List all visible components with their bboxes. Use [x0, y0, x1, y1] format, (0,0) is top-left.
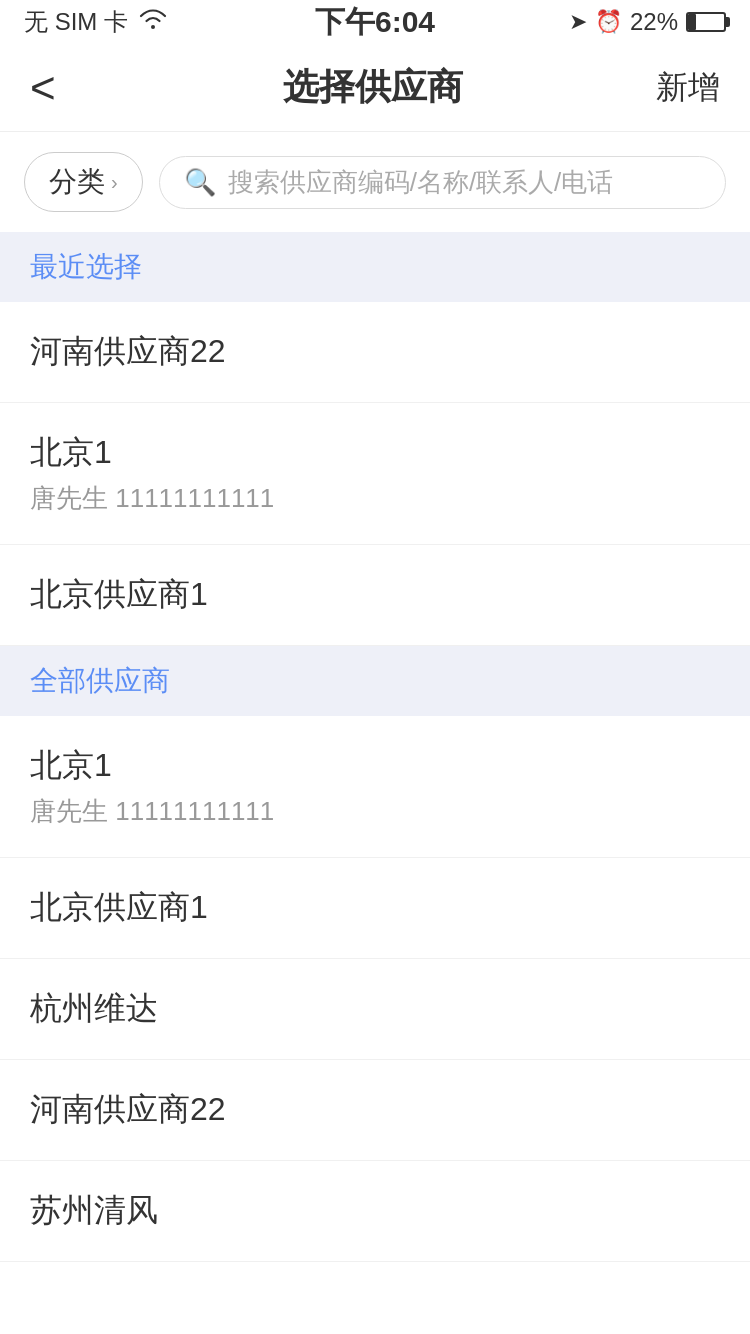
all-section-label: 全部供应商: [30, 665, 170, 696]
list-item[interactable]: 北京供应商1: [0, 545, 750, 646]
recent-section-label: 最近选择: [30, 251, 142, 282]
status-right: ➤ ⏰ 22%: [569, 8, 726, 36]
search-input[interactable]: [228, 167, 701, 198]
location-icon: ➤: [569, 9, 587, 35]
add-button[interactable]: 新增: [656, 66, 720, 110]
supplier-name: 河南供应商22: [30, 1088, 720, 1132]
no-sim-text: 无 SIM 卡: [24, 6, 128, 38]
supplier-sub: 唐先生 11111111111: [30, 481, 720, 516]
chevron-right-icon: ›: [111, 171, 118, 194]
supplier-name: 北京1: [30, 744, 720, 788]
nav-bar: < 选择供应商 新增: [0, 44, 750, 132]
recent-section-header: 最近选择: [0, 232, 750, 302]
wifi-icon: [138, 8, 168, 36]
all-section-header: 全部供应商: [0, 646, 750, 716]
supplier-name: 苏州清风: [30, 1189, 720, 1233]
list-item[interactable]: 苏州清风: [0, 1161, 750, 1262]
supplier-name: 北京供应商1: [30, 573, 720, 617]
list-item[interactable]: 北京1 唐先生 11111111111: [0, 716, 750, 858]
list-item[interactable]: 北京供应商1: [0, 858, 750, 959]
supplier-name: 北京1: [30, 431, 720, 475]
list-item[interactable]: 北京1 唐先生 11111111111: [0, 403, 750, 545]
battery-text: 22%: [630, 8, 678, 36]
search-icon: 🔍: [184, 167, 216, 198]
supplier-name: 杭州维达: [30, 987, 720, 1031]
all-supplier-list: 北京1 唐先生 11111111111 北京供应商1 杭州维达 河南供应商22 …: [0, 716, 750, 1262]
list-item[interactable]: 杭州维达: [0, 959, 750, 1060]
category-button[interactable]: 分类 ›: [24, 152, 143, 212]
search-box: 🔍: [159, 156, 726, 209]
supplier-name: 北京供应商1: [30, 886, 720, 930]
supplier-sub: 唐先生 11111111111: [30, 794, 720, 829]
supplier-name: 河南供应商22: [30, 330, 720, 374]
recent-supplier-list: 河南供应商22 北京1 唐先生 11111111111 北京供应商1: [0, 302, 750, 646]
status-bar: 无 SIM 卡 下午6:04 ➤ ⏰ 22%: [0, 0, 750, 44]
status-left: 无 SIM 卡: [24, 6, 168, 38]
alarm-icon: ⏰: [595, 9, 622, 35]
category-label: 分类: [49, 163, 105, 201]
page-title: 选择供应商: [283, 63, 463, 112]
list-item[interactable]: 河南供应商22: [0, 1060, 750, 1161]
filter-bar: 分类 › 🔍: [0, 132, 750, 232]
status-time: 下午6:04: [315, 2, 435, 43]
battery-icon: [686, 12, 726, 32]
list-item[interactable]: 河南供应商22: [0, 302, 750, 403]
back-button[interactable]: <: [30, 63, 90, 113]
